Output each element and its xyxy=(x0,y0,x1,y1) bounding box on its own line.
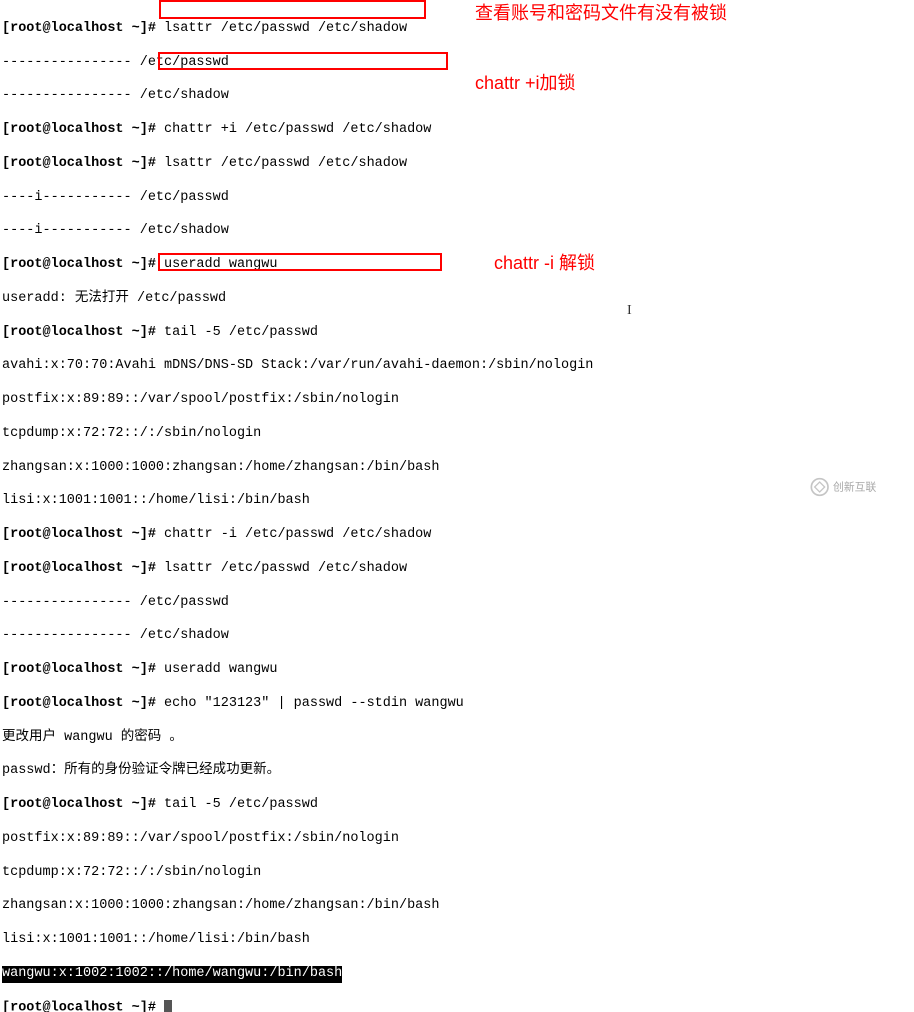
prompt: [root@localhost ~]# xyxy=(2,797,164,812)
output-line: zhangsan:x:1000:1000:zhangsan:/home/zhan… xyxy=(2,898,912,915)
watermark-logo: 创新互联 xyxy=(808,474,908,500)
command-text: lsattr /etc/passwd /etc/shadow xyxy=(164,561,407,576)
command-text: lsattr /etc/passwd /etc/shadow xyxy=(164,21,407,36)
prompt: [root@localhost ~]# xyxy=(2,257,164,272)
command-text: useradd wangwu xyxy=(164,257,277,272)
command-text: useradd wangwu xyxy=(164,662,277,677)
output-line: postfix:x:89:89::/var/spool/postfix:/sbi… xyxy=(2,831,912,848)
highlighted-output: wangwu:x:1002:1002::/home/wangwu:/bin/ba… xyxy=(2,966,342,983)
output-line: ---------------- /etc/passwd xyxy=(2,55,912,72)
output-line: postfix:x:89:89::/var/spool/postfix:/sbi… xyxy=(2,392,912,409)
output-line: 更改用户 wangwu 的密码 。 xyxy=(2,730,912,747)
command-text: echo "123123" | passwd --stdin wangwu xyxy=(164,696,464,711)
output-line: lisi:x:1001:1001::/home/lisi:/bin/bash xyxy=(2,493,912,510)
command-text: chattr +i /etc/passwd /etc/shadow xyxy=(164,122,431,137)
prompt: [root@localhost ~]# xyxy=(2,325,164,340)
command-text: tail -5 /etc/passwd xyxy=(164,797,318,812)
prompt: [root@localhost ~]# xyxy=(2,696,164,711)
annotation-check-lock: 查看账号和密码文件有没有被锁 xyxy=(475,2,727,25)
output-line: useradd: 无法打开 /etc/passwd xyxy=(2,291,912,308)
output-line: avahi:x:70:70:Avahi mDNS/DNS-SD Stack:/v… xyxy=(2,358,912,375)
output-line: ---------------- /etc/shadow xyxy=(2,88,912,105)
annotation-add-lock: chattr +i加锁 xyxy=(475,72,576,95)
annotation-unlock: chattr -i 解锁 xyxy=(494,252,595,275)
prompt: [root@localhost ~]# xyxy=(2,561,164,576)
output-line: ---------------- /etc/shadow xyxy=(2,628,912,645)
prompt: [root@localhost ~]# xyxy=(2,156,164,171)
output-line: ---------------- /etc/passwd xyxy=(2,595,912,612)
output-line: zhangsan:x:1000:1000:zhangsan:/home/zhan… xyxy=(2,460,912,477)
command-text: tail -5 /etc/passwd xyxy=(164,325,318,340)
prompt: [root@localhost ~]# xyxy=(2,527,164,542)
command-text: chattr -i /etc/passwd /etc/shadow xyxy=(164,527,431,542)
command-text: lsattr /etc/passwd /etc/shadow xyxy=(164,156,407,171)
prompt: [root@localhost ~]# xyxy=(2,1000,164,1012)
terminal-cursor xyxy=(164,1000,172,1012)
prompt: [root@localhost ~]# xyxy=(2,122,164,137)
prompt: [root@localhost ~]# xyxy=(2,21,164,36)
svg-text:创新互联: 创新互联 xyxy=(833,479,876,493)
output-line: tcpdump:x:72:72::/:/sbin/nologin xyxy=(2,426,912,443)
terminal-area[interactable]: [root@localhost ~]# lsattr /etc/passwd /… xyxy=(0,0,914,1012)
output-line: passwd：所有的身份验证令牌已经成功更新。 xyxy=(2,763,912,780)
output-line: lisi:x:1001:1001::/home/lisi:/bin/bash xyxy=(2,932,912,949)
output-line: tcpdump:x:72:72::/:/sbin/nologin xyxy=(2,865,912,882)
prompt: [root@localhost ~]# xyxy=(2,662,164,677)
output-line: ----i----------- /etc/shadow xyxy=(2,223,912,240)
text-cursor-icon: I xyxy=(627,302,632,320)
output-line: ----i----------- /etc/passwd xyxy=(2,190,912,207)
